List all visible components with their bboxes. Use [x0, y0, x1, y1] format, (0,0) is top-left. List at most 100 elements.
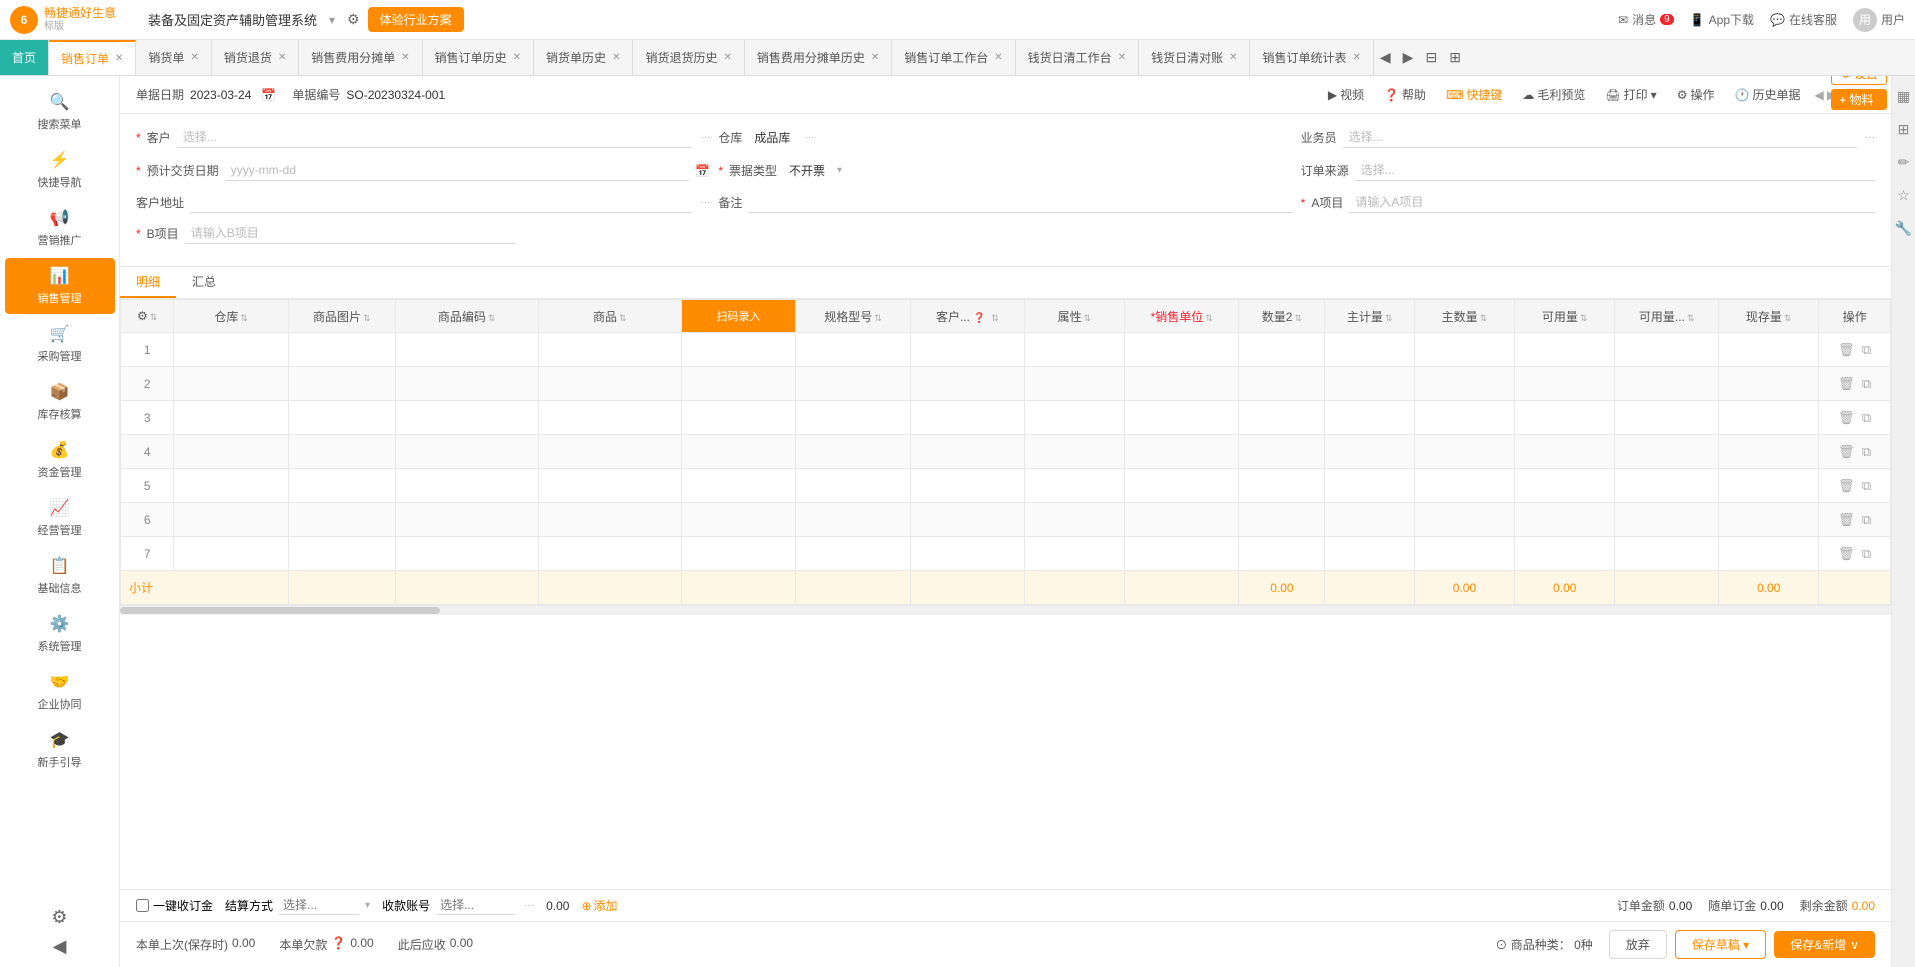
th-img[interactable]: 商品图片⇅	[288, 300, 395, 333]
sidebar-item-search[interactable]: 🔍 搜索菜单	[5, 84, 115, 140]
industry-btn[interactable]: 体验行业方案	[368, 7, 464, 32]
sidebar-item-quick-nav[interactable]: ⚡ 快捷导航	[5, 142, 115, 198]
tab-close-10[interactable]: ✕	[1118, 52, 1126, 63]
row-delete-btn[interactable]: 🗑	[1838, 512, 1855, 527]
tab-close-11[interactable]: ✕	[1229, 52, 1237, 63]
history-btn[interactable]: 🕐 历史单据	[1728, 84, 1806, 105]
th-stock[interactable]: 现存量⇅	[1719, 300, 1819, 333]
row-copy-btn[interactable]: ⧉	[1862, 376, 1871, 391]
sidebar-item-operations[interactable]: 📈 经营管理	[5, 490, 115, 546]
right-panel-btn-1[interactable]: ▦	[1897, 84, 1910, 109]
profit-preview-btn[interactable]: ☁ 毛利预览	[1516, 84, 1591, 105]
th-attr[interactable]: 属性⇅	[1024, 300, 1124, 333]
add-payment-btn[interactable]: ⊕ 添加	[581, 897, 617, 914]
invoice-value[interactable]: 不开票	[783, 159, 831, 182]
th-scan[interactable]: 扫码录入	[681, 300, 795, 333]
row-delete-btn[interactable]: 🗑	[1838, 342, 1855, 357]
th-main-unit[interactable]: 主计量⇅	[1325, 300, 1415, 333]
row-delete-btn[interactable]: 🗑	[1838, 478, 1855, 493]
bank-input[interactable]	[436, 896, 516, 915]
right-panel-btn-5[interactable]: 🔧	[1895, 216, 1912, 241]
th-avail2[interactable]: 可用量...⇅	[1615, 300, 1719, 333]
shortcut-btn[interactable]: ⌨ 快捷键	[1440, 84, 1508, 105]
tab-history4[interactable]: 销售费用分摊单历史 ✕	[745, 40, 892, 76]
sidebar-item-sales[interactable]: 📊 销售管理	[5, 258, 115, 314]
tab-close-4[interactable]: ✕	[401, 52, 409, 63]
b-project-input[interactable]	[185, 223, 516, 244]
tab-sales-order[interactable]: 销售订单 ✕	[49, 40, 136, 76]
view-btn[interactable]: ▶ 视频	[1322, 84, 1370, 105]
help-btn[interactable]: ❓ 帮助	[1378, 84, 1432, 105]
th-avail[interactable]: 可用量⇅	[1515, 300, 1615, 333]
tab-next-btn[interactable]: ▶	[1397, 40, 1420, 76]
th-warehouse[interactable]: 仓库⇅	[174, 300, 288, 333]
one-click-checkout[interactable]: 一键收订金	[136, 897, 213, 914]
tab-close-9[interactable]: ✕	[994, 52, 1002, 63]
th-main-qty[interactable]: 主数量⇅	[1414, 300, 1514, 333]
row-delete-btn[interactable]: 🗑	[1838, 546, 1855, 561]
tab-close-2[interactable]: ✕	[190, 52, 198, 63]
tab-close-3[interactable]: ✕	[278, 52, 286, 63]
tab-workbench1[interactable]: 销售订单工作台 ✕	[892, 40, 1015, 76]
notes-input[interactable]	[748, 192, 1292, 213]
tab-close-7[interactable]: ✕	[723, 52, 731, 63]
delivery-input[interactable]	[225, 160, 690, 181]
tab-sales-goods[interactable]: 销货单 ✕	[136, 40, 211, 76]
sidebar-item-purchase[interactable]: 🛒 采购管理	[5, 316, 115, 372]
invoice-arrow[interactable]: ▾	[837, 165, 842, 176]
sidebar-item-inventory[interactable]: 📦 库存核算	[5, 374, 115, 430]
address-more[interactable]: ···	[700, 197, 710, 208]
scrollbar-thumb[interactable]	[120, 607, 440, 614]
th-unit[interactable]: *销售单位⇅	[1125, 300, 1239, 333]
payment-method-input[interactable]	[279, 896, 359, 915]
tab-daily-clear[interactable]: 钱货日清工作台 ✕	[1016, 40, 1139, 76]
user-btn[interactable]: 用 用户	[1853, 8, 1905, 32]
tab-close-sales-order[interactable]: ✕	[115, 53, 123, 64]
th-spec[interactable]: 规格型号⇅	[796, 300, 910, 333]
settings-btn[interactable]: ⚙ 设置	[1831, 76, 1887, 85]
discard-btn[interactable]: 放弃	[1609, 930, 1667, 959]
a-project-input[interactable]	[1349, 192, 1875, 213]
tab-stats[interactable]: 销售订单统计表 ✕	[1250, 40, 1373, 76]
warehouse-value[interactable]: 成品库	[748, 126, 796, 149]
tab-close-6[interactable]: ✕	[612, 52, 620, 63]
right-panel-btn-2[interactable]: ⊞	[1898, 117, 1910, 142]
online-support-btn[interactable]: 💬 在线客服	[1770, 11, 1837, 28]
tab-history2[interactable]: 销货单历史 ✕	[534, 40, 633, 76]
th-name[interactable]: 商品⇅	[538, 300, 681, 333]
th-cust[interactable]: 客户... ❓ ⇅	[910, 300, 1024, 333]
warehouse-more[interactable]: ···	[804, 132, 814, 143]
order-source-input[interactable]	[1355, 160, 1875, 181]
payment-amount[interactable]: 0.00	[546, 899, 569, 913]
settings-icon[interactable]: ⚙	[347, 11, 360, 28]
print-btn[interactable]: 🖨 打印 ▾	[1599, 84, 1662, 105]
tab-home[interactable]: 首页	[0, 40, 49, 76]
message-btn[interactable]: ✉ 消息 9	[1618, 11, 1674, 28]
tab-summary[interactable]: 汇总	[176, 267, 232, 298]
tab-close-8[interactable]: ✕	[871, 52, 879, 63]
tab-return[interactable]: 销货退货 ✕	[212, 40, 299, 76]
staff-input[interactable]	[1343, 127, 1857, 148]
tab-prev-btn[interactable]: ◀	[1374, 40, 1397, 76]
tab-history3[interactable]: 销货退货历史 ✕	[633, 40, 744, 76]
row-copy-btn[interactable]: ⧉	[1862, 342, 1871, 357]
row-delete-btn[interactable]: 🗑	[1838, 376, 1855, 391]
add-material-btn[interactable]: + 物料	[1831, 89, 1887, 110]
sidebar-item-newbie[interactable]: 🎓 新手引导	[5, 722, 115, 778]
th-gear[interactable]: ⚙⇅	[121, 300, 174, 333]
staff-more[interactable]: ···	[1865, 132, 1875, 143]
sidebar-item-finance[interactable]: 💰 资金管理	[5, 432, 115, 488]
customer-more[interactable]: ···	[700, 132, 710, 143]
right-panel-btn-3[interactable]: ✏	[1898, 150, 1910, 175]
sidebar-item-system[interactable]: ⚙️ 系统管理	[5, 606, 115, 662]
tab-close-5[interactable]: ✕	[513, 52, 521, 63]
tab-more-btn[interactable]: ⊟	[1419, 40, 1443, 76]
tab-close-12[interactable]: ✕	[1353, 52, 1361, 63]
app-download-btn[interactable]: 📱 App下载	[1690, 11, 1754, 28]
sidebar-collapse-btn[interactable]: ◀	[53, 936, 67, 957]
row-delete-btn[interactable]: 🗑	[1838, 444, 1855, 459]
one-click-checkbox[interactable]	[136, 899, 149, 912]
address-input[interactable]	[190, 192, 692, 213]
row-copy-btn[interactable]: ⧉	[1862, 512, 1871, 527]
sidebar-item-marketing[interactable]: 📢 营销推广	[5, 200, 115, 256]
